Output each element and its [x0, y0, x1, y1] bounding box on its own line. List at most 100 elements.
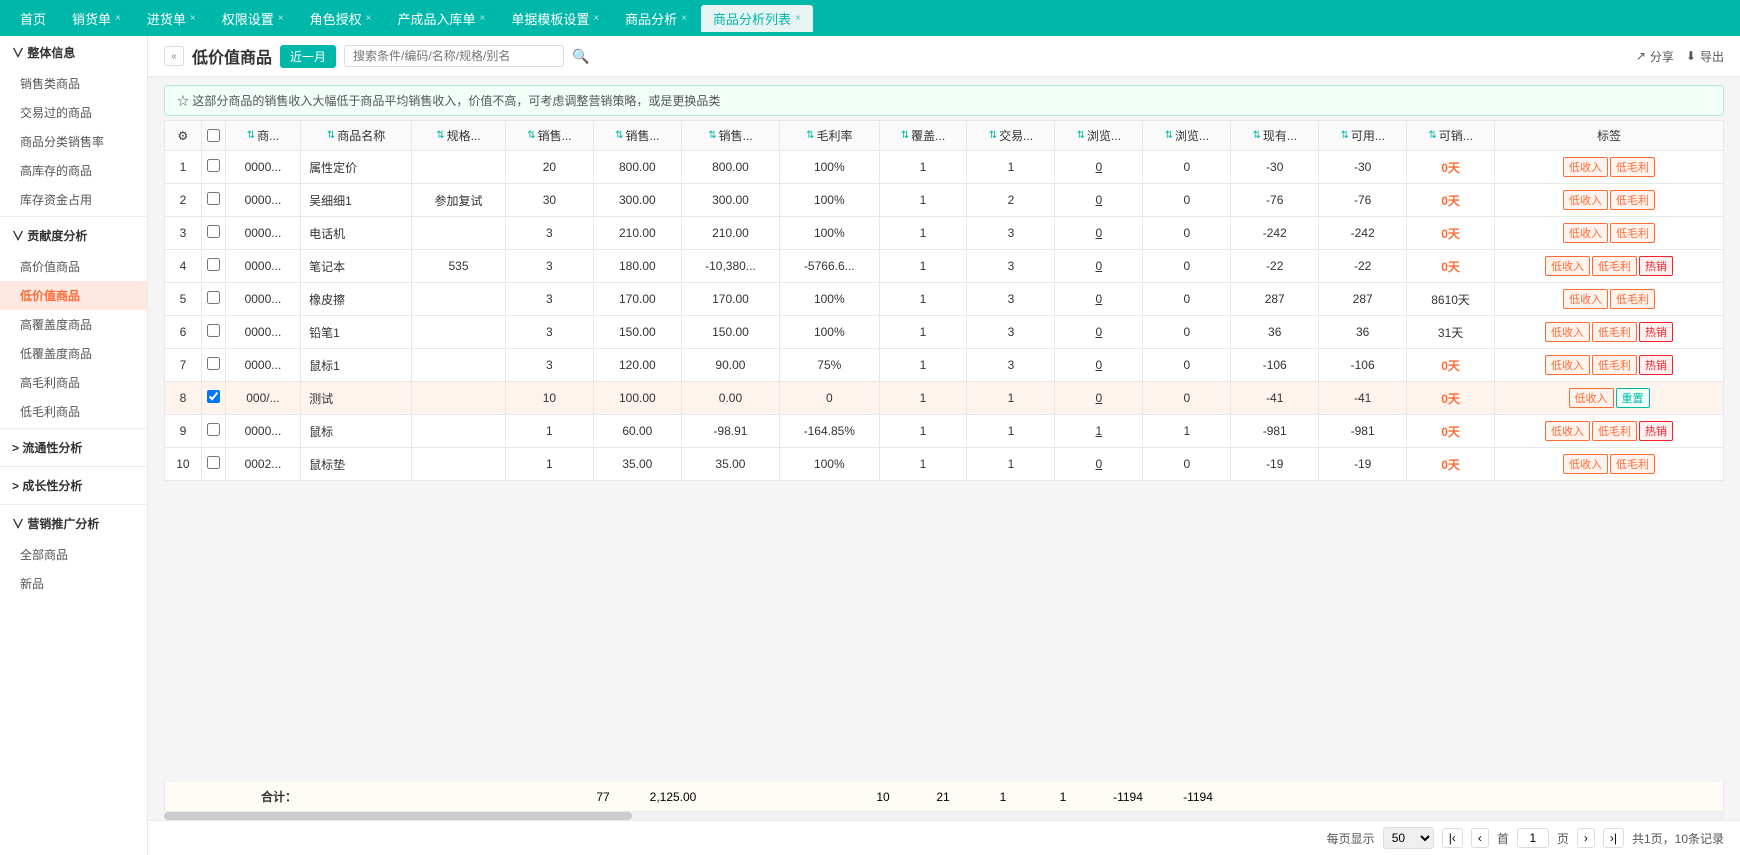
col-settings[interactable]: ⚙: [165, 121, 202, 151]
next-page-button[interactable]: ›: [1577, 828, 1595, 848]
table-container[interactable]: ⚙ ⇅商... ⇅商品名称 ⇅规格... ⇅销售... ⇅销售... ⇅销售..…: [148, 120, 1740, 782]
sidebar-item-sales-products[interactable]: 销售类商品: [0, 69, 147, 98]
sidebar-group-growth[interactable]: > 成长性分析: [0, 469, 147, 502]
prev-page-button[interactable]: ‹: [1471, 828, 1489, 848]
nav-product-analysis-list[interactable]: 商品分析列表 ×: [701, 5, 813, 32]
nav-product-analysis-close[interactable]: ×: [681, 13, 687, 24]
col-sales-amt[interactable]: ⇅销售...: [593, 121, 681, 151]
row-select-checkbox[interactable]: [207, 324, 220, 337]
row-checkbox[interactable]: [201, 316, 225, 349]
sidebar-item-high-margin[interactable]: 高毛利商品: [0, 368, 147, 397]
nav-template-close[interactable]: ×: [593, 13, 599, 24]
share-button[interactable]: ↗ 分享: [1636, 48, 1674, 65]
sidebar-item-high-stock[interactable]: 高库存的商品: [0, 156, 147, 185]
collapse-button[interactable]: «: [164, 46, 184, 66]
row-select-checkbox[interactable]: [207, 423, 220, 436]
sidebar-group-circulation[interactable]: > 流通性分析: [0, 431, 147, 464]
row-checkbox[interactable]: [201, 217, 225, 250]
sidebar-item-all-products[interactable]: 全部商品: [0, 540, 147, 569]
row-checkbox[interactable]: [201, 415, 225, 448]
sidebar-item-low-margin[interactable]: 低毛利商品: [0, 397, 147, 426]
row-select-checkbox[interactable]: [207, 357, 220, 370]
row-checkbox[interactable]: [201, 283, 225, 316]
sidebar-item-new-products[interactable]: 新品: [0, 569, 147, 598]
sidebar-item-low-value[interactable]: 低价值商品: [0, 281, 147, 310]
col-checkbox[interactable]: [201, 121, 225, 151]
row-browse1[interactable]: 0: [1055, 349, 1143, 382]
scrollbar-thumb[interactable]: [164, 812, 632, 820]
nav-permission-close[interactable]: ×: [278, 13, 284, 24]
last-page-button[interactable]: ›|: [1603, 828, 1624, 848]
row-select-checkbox[interactable]: [207, 159, 220, 172]
col-current[interactable]: ⇅现有...: [1231, 121, 1319, 151]
select-all-checkbox[interactable]: [207, 129, 220, 142]
filter-recent-month[interactable]: 近一月: [280, 45, 336, 68]
row-checkbox[interactable]: [201, 151, 225, 184]
nav-sales-order-close[interactable]: ×: [115, 13, 121, 24]
nav-permission-settings[interactable]: 权限设置 ×: [210, 5, 296, 32]
sidebar-item-high-coverage[interactable]: 高覆盖度商品: [0, 310, 147, 339]
sidebar-item-stock-capital[interactable]: 库存资金占用: [0, 185, 147, 214]
row-browse1[interactable]: 0: [1055, 250, 1143, 283]
row-select-checkbox[interactable]: [207, 192, 220, 205]
row-browse1[interactable]: 0: [1055, 184, 1143, 217]
search-icon[interactable]: 🔍: [572, 48, 589, 65]
nav-template-settings[interactable]: 单据模板设置 ×: [499, 5, 611, 32]
first-page-button[interactable]: |‹: [1442, 828, 1463, 848]
sidebar-item-category-sales[interactable]: 商品分类销售率: [0, 127, 147, 156]
search-input[interactable]: [344, 45, 564, 67]
sidebar-item-low-coverage[interactable]: 低覆盖度商品: [0, 339, 147, 368]
nav-product-inbound[interactable]: 产成品入库单 ×: [385, 5, 497, 32]
nav-role-auth-close[interactable]: ×: [366, 13, 372, 24]
nav-role-auth[interactable]: 角色授权 ×: [298, 5, 384, 32]
col-trade[interactable]: ⇅交易...: [967, 121, 1055, 151]
sidebar-item-high-value[interactable]: 高价值商品: [0, 252, 147, 281]
row-browse1[interactable]: 0: [1055, 217, 1143, 250]
col-code[interactable]: ⇅商...: [225, 121, 300, 151]
row-browse1[interactable]: 1: [1055, 415, 1143, 448]
page-size-select[interactable]: 50 100 200: [1383, 827, 1434, 849]
nav-product-analysis[interactable]: 商品分析 ×: [613, 5, 699, 32]
nav-purchase-order-close[interactable]: ×: [190, 13, 196, 24]
row-select-checkbox[interactable]: [207, 456, 220, 469]
row-checkbox[interactable]: [201, 448, 225, 481]
row-select-checkbox[interactable]: [207, 390, 220, 403]
row-select-checkbox[interactable]: [207, 291, 220, 304]
row-checkbox[interactable]: [201, 382, 225, 415]
col-browse1[interactable]: ⇅浏览...: [1055, 121, 1143, 151]
nav-sales-order[interactable]: 销货单 ×: [60, 5, 133, 32]
row-browse1[interactable]: 0: [1055, 316, 1143, 349]
row-select-checkbox[interactable]: [207, 225, 220, 238]
row-browse1[interactable]: 0: [1055, 448, 1143, 481]
col-browse2[interactable]: ⇅浏览...: [1143, 121, 1231, 151]
nav-purchase-order[interactable]: 进货单 ×: [135, 5, 208, 32]
col-available[interactable]: ⇅可用...: [1319, 121, 1407, 151]
sidebar-group-overall[interactable]: ∨ 整体信息: [0, 36, 147, 69]
export-button[interactable]: ⬇ 导出: [1686, 48, 1724, 65]
row-select-checkbox[interactable]: [207, 258, 220, 271]
row-checkbox[interactable]: [201, 250, 225, 283]
nav-product-analysis-list-close[interactable]: ×: [795, 13, 801, 24]
horizontal-scrollbar[interactable]: [164, 812, 1724, 820]
col-spec[interactable]: ⇅规格...: [412, 121, 506, 151]
sidebar-group-contribution[interactable]: ∨ 贡献度分析: [0, 219, 147, 252]
col-saleable[interactable]: ⇅可销...: [1407, 121, 1495, 151]
nav-product-inbound-close[interactable]: ×: [479, 13, 485, 24]
row-browse1[interactable]: 0: [1055, 382, 1143, 415]
sidebar-group-marketing[interactable]: ∨ 营销推广分析: [0, 507, 147, 540]
sidebar-item-traded-products[interactable]: 交易过的商品: [0, 98, 147, 127]
col-name[interactable]: ⇅商品名称: [301, 121, 412, 151]
row-browse1[interactable]: 0: [1055, 151, 1143, 184]
col-sales-qty[interactable]: ⇅销售...: [505, 121, 593, 151]
row-checkbox[interactable]: [201, 349, 225, 382]
row-checkbox[interactable]: [201, 184, 225, 217]
page-number-input[interactable]: [1517, 828, 1549, 848]
col-sales-price[interactable]: ⇅销售...: [681, 121, 779, 151]
col-gross-rate[interactable]: ⇅毛利率: [780, 121, 879, 151]
row-browse2: 0: [1143, 184, 1231, 217]
sort-icon-cov: ⇅: [901, 130, 909, 141]
nav-home[interactable]: 首页: [8, 5, 58, 32]
row-browse1[interactable]: 0: [1055, 283, 1143, 316]
row-gross-rate: 100%: [780, 151, 879, 184]
col-coverage[interactable]: ⇅覆盖...: [879, 121, 967, 151]
